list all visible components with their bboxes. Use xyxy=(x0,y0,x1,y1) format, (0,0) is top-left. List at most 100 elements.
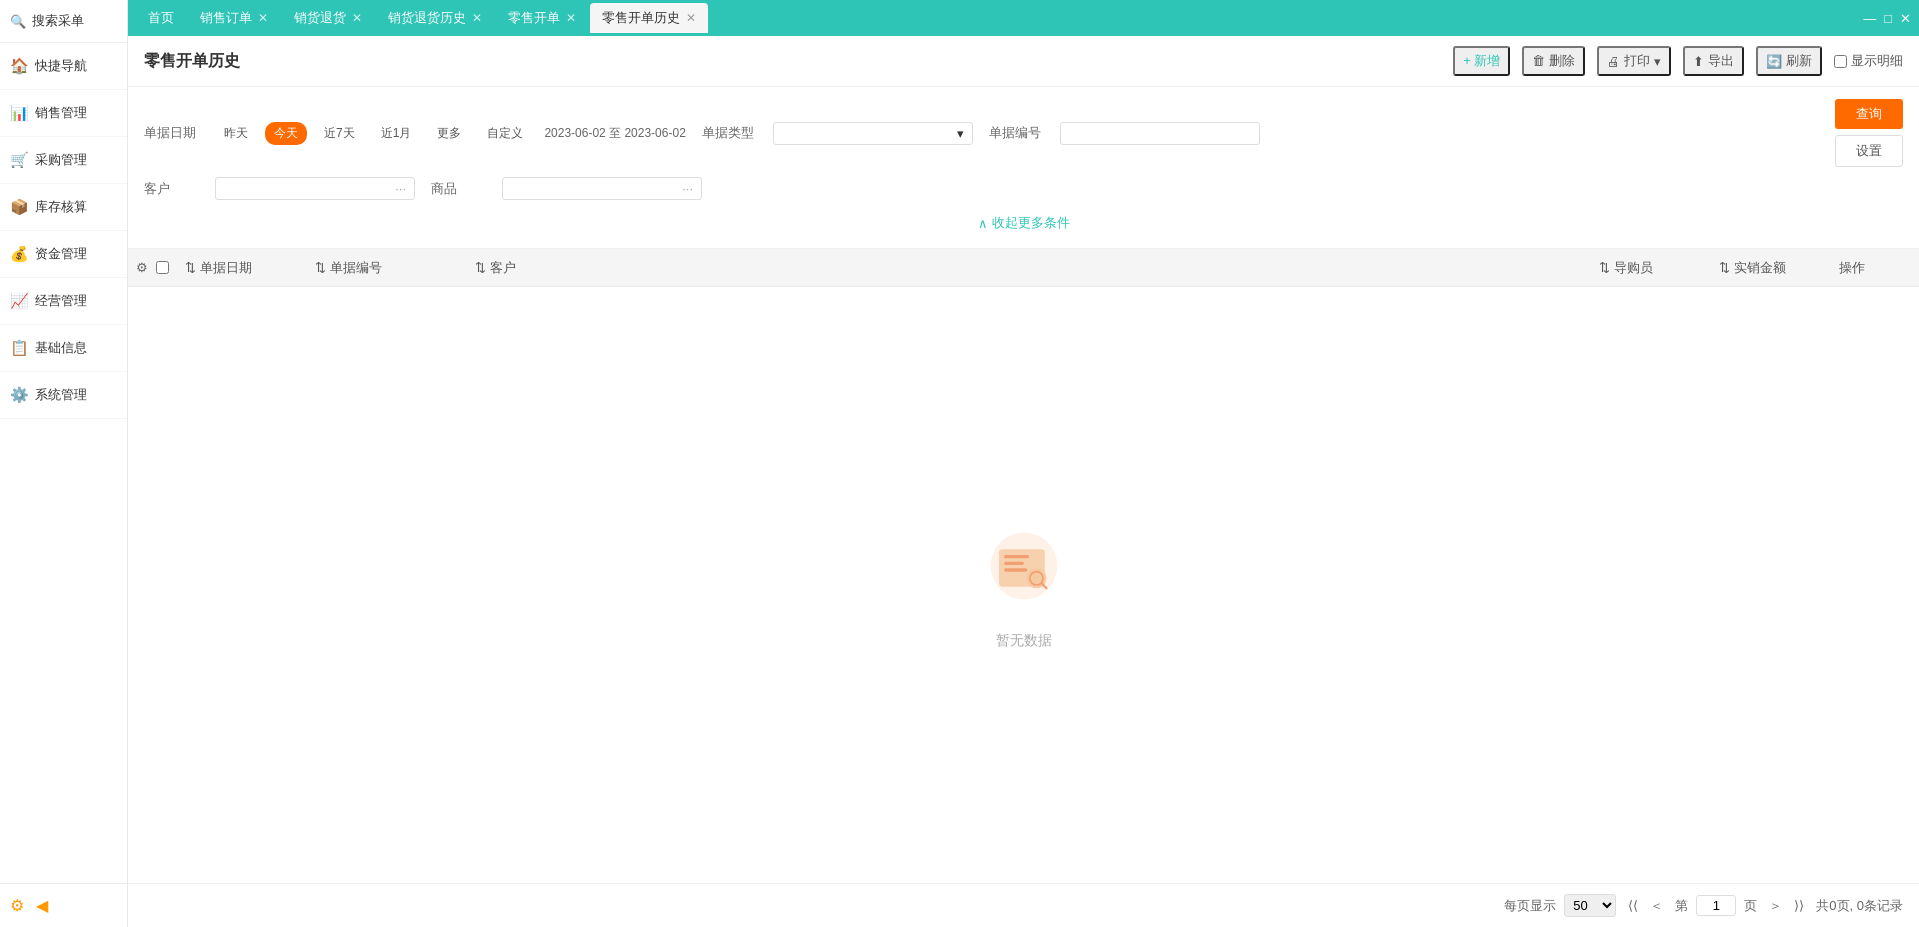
show-detail-label[interactable]: 显示明细 xyxy=(1834,52,1903,70)
search-icon: 🔍 xyxy=(10,14,26,29)
last-page-btn[interactable]: ⟩⟩ xyxy=(1790,896,1808,915)
setting-button[interactable]: 设置 xyxy=(1835,135,1903,167)
sidebar-item-purchase-mgmt[interactable]: 🛒 采购管理 xyxy=(0,137,127,184)
col-customer-label: 客户 xyxy=(490,259,516,277)
tab-sales-order[interactable]: 销售订单 ✕ xyxy=(188,3,280,33)
tab-retail-open-history-close[interactable]: ✕ xyxy=(686,11,696,25)
settings-icon[interactable]: ⚙ xyxy=(10,896,24,915)
query-button[interactable]: 查询 xyxy=(1835,99,1903,129)
col-header-guide[interactable]: ⇅ 导购员 xyxy=(1591,259,1711,277)
page-input[interactable] xyxy=(1696,895,1736,916)
tab-retail-open[interactable]: 零售开单 ✕ xyxy=(496,3,588,33)
sidebar-item-label: 销售管理 xyxy=(35,104,87,122)
sidebar-search-label: 搜索采单 xyxy=(32,12,84,30)
sidebar-item-inventory[interactable]: 📦 库存核算 xyxy=(0,184,127,231)
filter-area: 单据日期 昨天 今天 近7天 近1月 更多 自定义 2023-06-02 至 2… xyxy=(128,87,1919,249)
sidebar-item-sales-mgmt[interactable]: 📊 销售管理 xyxy=(0,90,127,137)
tab-home-label: 首页 xyxy=(148,9,174,27)
collapse-icon: ∧ xyxy=(978,216,988,231)
col-header-sn[interactable]: ⇅ 单据编号 xyxy=(307,259,467,277)
sidebar-item-finance[interactable]: 💰 资金管理 xyxy=(0,231,127,278)
date-btn-more[interactable]: 更多 xyxy=(428,122,470,145)
col-header-customer[interactable]: ⇅ 客户 xyxy=(467,259,1591,277)
tab-retail-open-label: 零售开单 xyxy=(508,9,560,27)
print-arrow: ▾ xyxy=(1654,54,1661,69)
col-header-date[interactable]: ⇅ 单据日期 xyxy=(177,259,307,277)
col-header-amount[interactable]: ⇅ 实销金额 xyxy=(1711,259,1831,277)
tab-sales-return-close[interactable]: ✕ xyxy=(352,11,362,25)
collapse-icon[interactable]: ◀ xyxy=(36,896,48,915)
refresh-label: 刷新 xyxy=(1786,52,1812,70)
next-page-btn[interactable]: ＞ xyxy=(1765,895,1786,917)
first-page-btn[interactable]: ⟨⟨ xyxy=(1624,896,1642,915)
collapse-btn[interactable]: ∧ 收起更多条件 xyxy=(144,210,1903,236)
export-icon: ⬆ xyxy=(1693,54,1704,69)
date-btn-7days[interactable]: 近7天 xyxy=(315,122,364,145)
col-guide-label: 导购员 xyxy=(1614,259,1653,277)
home-icon: 🏠 xyxy=(10,57,29,75)
goods-select[interactable]: ··· xyxy=(502,177,702,200)
tab-retail-open-history-label: 零售开单历史 xyxy=(602,9,680,27)
sidebar-item-quick-nav[interactable]: 🏠 快捷导航 xyxy=(0,43,127,90)
page-title: 零售开单历史 xyxy=(144,51,240,72)
page-header: 零售开单历史 + 新增 🗑 删除 🖨 打印 ▾ ⬆ 导出 🔄 刷新 xyxy=(128,36,1919,87)
sort-icon: ⇅ xyxy=(1599,260,1610,275)
sidebar-item-label: 采购管理 xyxy=(35,151,87,169)
sidebar-item-label: 基础信息 xyxy=(35,339,87,357)
prev-page-btn[interactable]: ＜ xyxy=(1646,895,1667,917)
sidebar-item-label: 库存核算 xyxy=(35,198,87,216)
show-detail-checkbox[interactable] xyxy=(1834,55,1847,68)
sn-label: 单据编号 xyxy=(989,124,1044,142)
operation-icon: 📈 xyxy=(10,292,29,310)
print-icon: 🖨 xyxy=(1607,54,1620,69)
tab-retail-open-close[interactable]: ✕ xyxy=(566,11,576,25)
sort-icon: ⇅ xyxy=(315,260,326,275)
export-button[interactable]: ⬆ 导出 xyxy=(1683,46,1744,76)
date-btn-today[interactable]: 今天 xyxy=(265,122,307,145)
delete-button[interactable]: 🗑 删除 xyxy=(1522,46,1585,76)
customer-dots: ··· xyxy=(395,181,406,196)
collapse-label: 收起更多条件 xyxy=(992,214,1070,232)
refresh-button[interactable]: 🔄 刷新 xyxy=(1756,46,1822,76)
select-all-checkbox[interactable] xyxy=(156,261,169,274)
customer-label: 客户 xyxy=(144,180,199,198)
column-settings-icon[interactable]: ⚙ xyxy=(136,260,148,275)
filter-row-1: 单据日期 昨天 今天 近7天 近1月 更多 自定义 2023-06-02 至 2… xyxy=(144,99,1903,167)
tab-retail-open-history[interactable]: 零售开单历史 ✕ xyxy=(590,3,708,33)
col-header-action: 操作 xyxy=(1831,259,1911,277)
date-btn-yesterday[interactable]: 昨天 xyxy=(215,122,257,145)
sidebar-item-operation[interactable]: 📈 经营管理 xyxy=(0,278,127,325)
table-header: ⚙ ⇅ 单据日期 ⇅ 单据编号 ⇅ 客户 ⇅ 导购员 xyxy=(128,249,1919,287)
cart-icon: 🛒 xyxy=(10,151,29,169)
tab-sales-order-close[interactable]: ✕ xyxy=(258,11,268,25)
sidebar-search[interactable]: 🔍 搜索采单 xyxy=(0,0,127,43)
window-close[interactable]: ✕ xyxy=(1900,11,1911,26)
pagination: 每页显示 50 10 20 100 ⟨⟨ ＜ 第 页 ＞ ⟩⟩ 共0页, 0条记… xyxy=(128,883,1919,927)
tab-sales-return-history-close[interactable]: ✕ xyxy=(472,11,482,25)
chart-icon: 📊 xyxy=(10,104,29,122)
print-label: 打印 xyxy=(1624,52,1650,70)
customer-select[interactable]: ··· xyxy=(215,177,415,200)
sidebar-item-basic-info[interactable]: 📋 基础信息 xyxy=(0,325,127,372)
goods-label: 商品 xyxy=(431,180,486,198)
tab-home[interactable]: 首页 xyxy=(136,3,186,33)
date-filters: 昨天 今天 近7天 近1月 更多 自定义 2023-06-02 至 2023-0… xyxy=(215,122,686,145)
new-button[interactable]: + 新增 xyxy=(1453,46,1510,76)
sidebar-item-sys-mgmt[interactable]: ⚙️ 系统管理 xyxy=(0,372,127,419)
sidebar-item-label: 快捷导航 xyxy=(35,57,87,75)
tab-sales-return[interactable]: 销货退货 ✕ xyxy=(282,3,374,33)
tab-sales-return-history[interactable]: 销货退货历史 ✕ xyxy=(376,3,494,33)
print-button[interactable]: 🖨 打印 ▾ xyxy=(1597,46,1671,76)
sn-input[interactable] xyxy=(1060,122,1260,145)
tab-sales-order-label: 销售订单 xyxy=(200,9,252,27)
window-minimize[interactable]: — xyxy=(1863,11,1876,26)
table-area: ⚙ ⇅ 单据日期 ⇅ 单据编号 ⇅ 客户 ⇅ 导购员 xyxy=(128,249,1919,883)
date-btn-1month[interactable]: 近1月 xyxy=(372,122,421,145)
empty-illustration xyxy=(974,520,1074,620)
type-select[interactable]: ▾ xyxy=(773,122,973,145)
content-area: 零售开单历史 + 新增 🗑 删除 🖨 打印 ▾ ⬆ 导出 🔄 刷新 xyxy=(128,36,1919,927)
col-date-label: 单据日期 xyxy=(200,259,252,277)
window-maximize[interactable]: □ xyxy=(1884,11,1892,26)
date-btn-custom[interactable]: 自定义 xyxy=(478,122,532,145)
per-page-select[interactable]: 50 10 20 100 xyxy=(1564,894,1616,917)
